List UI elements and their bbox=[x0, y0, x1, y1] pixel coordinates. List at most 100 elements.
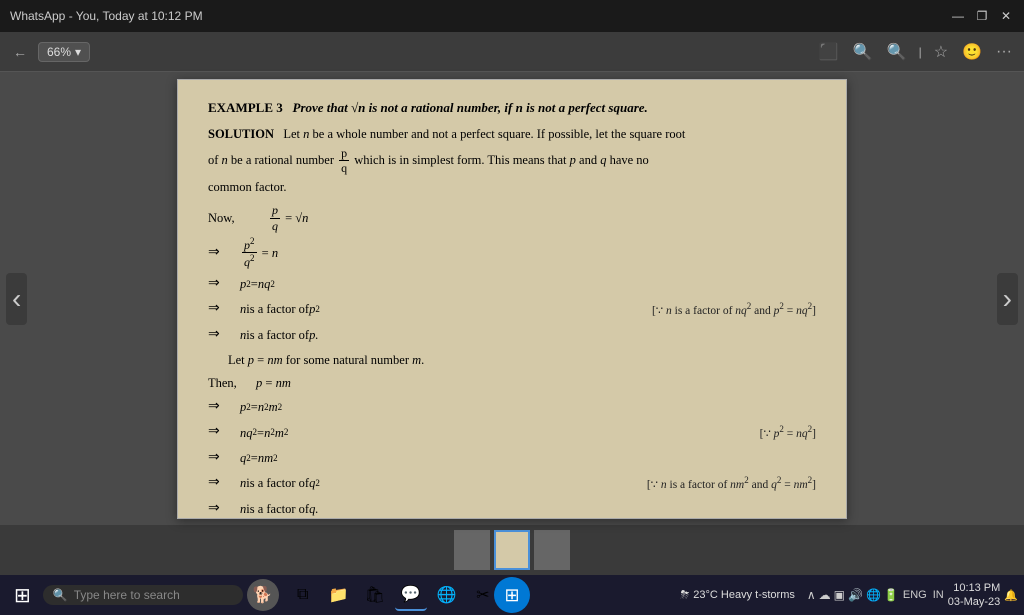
find-icon[interactable]: 🔍 bbox=[883, 40, 911, 64]
math-line-now: Now, p q = √n bbox=[208, 203, 816, 233]
windows-logo-icon: ⊞ bbox=[504, 585, 519, 606]
reason-4: [∵ n is a factor of nq2 and p2 = nq2] bbox=[652, 299, 816, 320]
math-line-2: ⇒ p2 q2 = n bbox=[208, 236, 816, 270]
math-line-8: ⇒ q2 = nm2 bbox=[208, 447, 816, 469]
math-line-10: ⇒ n is a factor of q. bbox=[208, 498, 816, 519]
prev-page-button[interactable]: ‹ bbox=[6, 273, 27, 325]
zoom-control[interactable]: 66% ▾ bbox=[38, 42, 90, 62]
system-clock[interactable]: 10:13 PM 03-May-23 bbox=[948, 581, 1001, 610]
window-controls: — ❐ ✕ bbox=[950, 8, 1014, 24]
tray-network-icon[interactable]: 🌐 bbox=[866, 588, 881, 602]
emoji-icon[interactable]: 🙂 bbox=[958, 40, 986, 64]
window-title: WhatsApp - You, Today at 10:12 PM bbox=[10, 9, 203, 23]
weather-text: 23°C Heavy t-storms bbox=[693, 589, 795, 601]
solution-line2: of n be a rational number p q which is i… bbox=[208, 146, 816, 176]
arrow-5: ⇒ bbox=[208, 324, 228, 346]
example-title: EXAMPLE 3 Prove that √n is not a rationa… bbox=[208, 100, 816, 116]
math-expr-5: n is a factor of p. bbox=[240, 325, 816, 345]
fraction-p-q: p q bbox=[339, 146, 349, 176]
math-expr-6: p2 = n2m2 bbox=[240, 397, 816, 417]
math-line-let: Let p = nm for some natural number m. bbox=[208, 350, 816, 370]
browser-toolbar: ← 66% ▾ ⬛ 🔍 🔍 | ☆ 🙂 ··· bbox=[0, 32, 1024, 72]
zoom-dropdown-icon[interactable]: ▾ bbox=[75, 45, 81, 59]
taskbar-app-store[interactable]: 🛍 bbox=[359, 579, 391, 611]
taskbar-app-whatsapp[interactable]: 💬 bbox=[395, 579, 427, 611]
tray-taskbar-icon[interactable]: ▣ bbox=[834, 588, 845, 602]
arrow-2: ⇒ bbox=[208, 242, 228, 264]
math-expr-7: nq2 = n2m2 [∵ p2 = nq2] bbox=[240, 422, 816, 443]
math-expr-10: n is a factor of q. bbox=[240, 499, 816, 519]
taskbar: ⊞ 🔍 Type here to search 🐕 ⧉ 📁 🛍 💬 🌐 ✂ ⊞ … bbox=[0, 575, 1024, 615]
region-label: IN bbox=[933, 589, 944, 601]
arrow-6: ⇒ bbox=[208, 396, 228, 418]
then-label: Then, bbox=[208, 373, 248, 393]
math-expr-8: q2 = nm2 bbox=[240, 448, 816, 468]
minimize-button[interactable]: — bbox=[950, 8, 966, 24]
language-label: ENG bbox=[903, 589, 927, 601]
cortana-icon[interactable]: 🐕 bbox=[247, 579, 279, 611]
tray-battery-icon[interactable]: 🔋 bbox=[884, 588, 899, 602]
math-then-expr: p = nm bbox=[256, 373, 291, 393]
fraction-p2q2: p2 q2 bbox=[242, 236, 257, 270]
math-expr-4: n is a factor of p2 [∵ n is a factor of … bbox=[240, 299, 816, 320]
taskbar-search-text: Type here to search bbox=[74, 588, 180, 602]
tray-cloud-icon[interactable]: ☁ bbox=[819, 588, 831, 602]
solution-intro: SOLUTION Let n be a whole number and not… bbox=[208, 124, 816, 144]
search-icon[interactable]: 🔍 bbox=[849, 40, 877, 64]
thumbnail-2[interactable] bbox=[494, 530, 530, 570]
windows-orb[interactable]: ⊞ bbox=[494, 577, 530, 613]
math-expr-1: p q = √n bbox=[268, 203, 816, 233]
tray-volume-icon[interactable]: 🔊 bbox=[848, 588, 863, 602]
windows-start-orb[interactable]: ⊞ bbox=[494, 577, 530, 613]
clock-date: 03-May-23 bbox=[948, 595, 1001, 609]
thumbnail-1[interactable] bbox=[454, 530, 490, 570]
more-options-icon[interactable]: ··· bbox=[992, 41, 1016, 63]
taskbar-app-edge[interactable]: 🌐 bbox=[431, 579, 463, 611]
fraction-pq: p q bbox=[270, 203, 280, 233]
taskbar-search-icon: 🔍 bbox=[53, 588, 68, 602]
back-button[interactable]: ← bbox=[8, 42, 32, 62]
notification-icon[interactable]: 🔔 bbox=[1004, 589, 1018, 602]
separator: | bbox=[919, 45, 922, 59]
reader-view-icon[interactable]: ⬛ bbox=[815, 40, 843, 64]
weather-info: ⛈ 23°C Heavy t-storms bbox=[680, 589, 794, 602]
taskbar-app-files[interactable]: 📁 bbox=[323, 579, 355, 611]
math-line-5: ⇒ n is a factor of p. bbox=[208, 324, 816, 346]
math-line-7: ⇒ nq2 = n2m2 [∵ p2 = nq2] bbox=[208, 421, 816, 443]
math-line-then: Then, p = nm bbox=[208, 373, 816, 393]
arrow-4: ⇒ bbox=[208, 298, 228, 320]
taskbar-app-taskview[interactable]: ⧉ bbox=[287, 579, 319, 611]
arrow-7: ⇒ bbox=[208, 421, 228, 443]
clock-time: 10:13 PM bbox=[948, 581, 1001, 595]
tray-chevron-icon[interactable]: ∧ bbox=[807, 588, 816, 602]
restore-button[interactable]: ❐ bbox=[974, 8, 990, 24]
math-expr-9: n is a factor of q2 [∵ n is a factor of … bbox=[240, 473, 816, 494]
math-expr-3: p2 = nq2 bbox=[240, 274, 816, 294]
taskbar-apps: ⧉ 📁 🛍 💬 🌐 ✂ bbox=[287, 579, 499, 611]
start-button[interactable]: ⊞ bbox=[6, 583, 39, 608]
title-bar: WhatsApp - You, Today at 10:12 PM — ❐ ✕ bbox=[0, 0, 1024, 32]
math-line-6: ⇒ p2 = n2m2 bbox=[208, 396, 816, 418]
weather-icon: ⛈ bbox=[680, 589, 689, 602]
system-tray-icons: ∧ ☁ ▣ 🔊 🌐 🔋 bbox=[807, 588, 899, 602]
thumbnail-3[interactable] bbox=[534, 530, 570, 570]
reason-9: [∵ n is a factor of nm2 and q2 = nm2] bbox=[647, 473, 816, 494]
locale-info: ENG IN bbox=[903, 589, 944, 601]
thumbnail-strip bbox=[0, 525, 1024, 575]
example-label: EXAMPLE 3 bbox=[208, 100, 283, 115]
reason-7: [∵ p2 = nq2] bbox=[760, 422, 816, 443]
bookmark-icon[interactable]: ☆ bbox=[930, 40, 952, 64]
solution-label: SOLUTION bbox=[208, 127, 274, 141]
arrow-8: ⇒ bbox=[208, 447, 228, 469]
math-expr-2: p2 q2 = n bbox=[240, 236, 816, 270]
example-text: Prove that √n is not a rational number, … bbox=[293, 100, 648, 115]
document-viewer: EXAMPLE 3 Prove that √n is not a rationa… bbox=[177, 79, 847, 519]
taskbar-search-bar[interactable]: 🔍 Type here to search bbox=[43, 585, 243, 605]
solution-line3: common factor. bbox=[208, 177, 816, 197]
arrow-9: ⇒ bbox=[208, 472, 228, 494]
math-let-text: Let p = nm for some natural number m. bbox=[228, 350, 424, 370]
close-button[interactable]: ✕ bbox=[998, 8, 1014, 24]
main-content-area: ‹ EXAMPLE 3 Prove that √n is not a ratio… bbox=[0, 72, 1024, 525]
now-label: Now, bbox=[208, 208, 248, 228]
next-page-button[interactable]: › bbox=[997, 273, 1018, 325]
